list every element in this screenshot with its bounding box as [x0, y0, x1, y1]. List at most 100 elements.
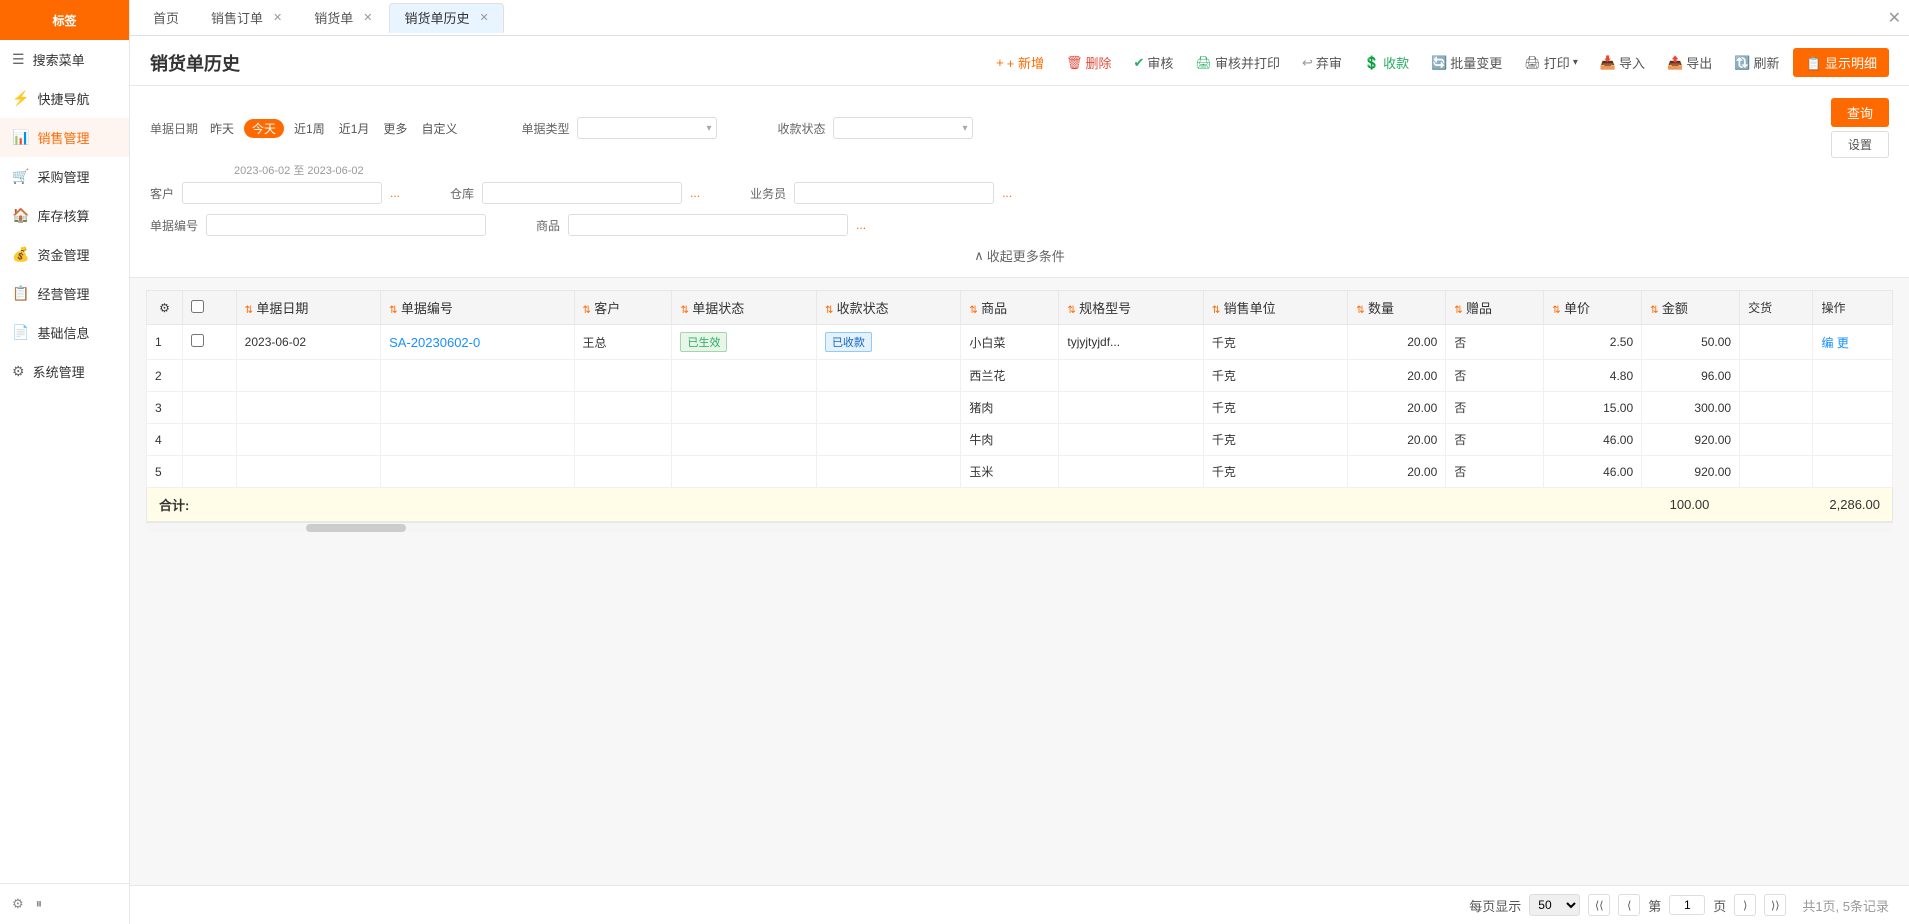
- sidebar-item-label: 资金管理: [37, 245, 89, 264]
- th-goods[interactable]: ⇅ 商品: [961, 291, 1059, 325]
- tab-sales-history-close[interactable]: ✕: [480, 11, 489, 24]
- import-button[interactable]: 📥 导入: [1592, 49, 1653, 76]
- batch-change-button[interactable]: 🔄 批量变更: [1423, 49, 1510, 76]
- th-spec-type[interactable]: ⇅ 规格型号: [1059, 291, 1203, 325]
- collapse-button[interactable]: ∧ 收起更多条件: [974, 246, 1065, 265]
- per-page-select[interactable]: 50 100: [1529, 894, 1580, 916]
- next-page-button[interactable]: ⟩: [1734, 894, 1756, 916]
- th-unit-price[interactable]: ⇅ 单价: [1544, 291, 1642, 325]
- row-checkbox[interactable]: [191, 334, 204, 347]
- cell-doc-status: [672, 392, 816, 424]
- print-button[interactable]: 🖨 打印 ▾: [1516, 49, 1586, 76]
- sidebar-item-search-menu[interactable]: ☰ 搜索菜单: [0, 40, 129, 79]
- edit-link[interactable]: 编: [1821, 336, 1833, 350]
- cell-doc-date: [236, 360, 380, 392]
- collect-status-select-wrapper: ▾: [833, 117, 973, 139]
- sidebar-item-label: 销售管理: [37, 128, 89, 147]
- tab-home[interactable]: 首页: [138, 3, 194, 33]
- cell-row-no: 1: [147, 325, 183, 360]
- sidebar-settings-icon[interactable]: ⚙: [12, 896, 24, 912]
- th-gift[interactable]: ⇅ 赠品: [1446, 291, 1544, 325]
- doc-type-select[interactable]: [577, 117, 717, 139]
- cell-spec-type: tyjyjtyjdf...: [1059, 325, 1203, 360]
- audit-print-button[interactable]: 🖨 审核并打印: [1187, 49, 1288, 76]
- audit-button[interactable]: ✔ 审核: [1126, 49, 1182, 76]
- page-number-input[interactable]: [1669, 895, 1705, 915]
- th-sales-unit[interactable]: ⇅ 销售单位: [1203, 291, 1347, 325]
- select-all-checkbox[interactable]: [191, 300, 204, 313]
- th-customer[interactable]: ⇅ 客户: [574, 291, 672, 325]
- customer-filter: 客户 ...: [150, 182, 400, 204]
- delete-button[interactable]: 🗑 删除: [1058, 49, 1120, 76]
- last-page-button[interactable]: ⟩⟩: [1764, 894, 1786, 916]
- toolbar: + + 新增 🗑 删除 ✔ 审核 🖨 审核并打印: [988, 48, 1889, 77]
- date-last7[interactable]: 近1周: [290, 119, 329, 138]
- tab-sales-goods-label: 销货单: [314, 8, 353, 27]
- cell-unit-price: 46.00: [1544, 424, 1642, 456]
- cell-customer: [574, 456, 672, 488]
- th-quantity[interactable]: ⇅ 数量: [1348, 291, 1446, 325]
- th-doc-date[interactable]: ⇅ 单据日期: [236, 291, 380, 325]
- th-doc-no[interactable]: ⇅ 单据编号: [381, 291, 574, 325]
- sort-icon: ⇅: [969, 305, 977, 316]
- prev-page-button[interactable]: ⟨: [1618, 894, 1640, 916]
- sidebar-item-sales-mgmt[interactable]: 📊 销售管理: [0, 118, 129, 157]
- query-button[interactable]: 查询: [1831, 98, 1889, 127]
- tab-sales-goods-close[interactable]: ✕: [363, 11, 372, 24]
- th-collect-status[interactable]: ⇅ 收款状态: [816, 291, 960, 325]
- th-doc-status[interactable]: ⇅ 单据状态: [672, 291, 816, 325]
- abandon-button[interactable]: ↩ 弃审: [1294, 49, 1350, 76]
- sidebar-pause-icon[interactable]: ⏸: [36, 896, 43, 912]
- tab-sales-goods[interactable]: 销货单 ✕: [299, 3, 387, 33]
- customer-ellipsis[interactable]: ...: [390, 186, 400, 200]
- sort-icon: ⇅: [1212, 305, 1220, 316]
- show-detail-button[interactable]: 📋 显示明细: [1793, 48, 1889, 77]
- export-button[interactable]: 📤 导出: [1659, 49, 1720, 76]
- customer-input[interactable]: [182, 182, 382, 204]
- tab-sales-history[interactable]: 销货单历史 ✕: [389, 3, 503, 33]
- first-page-button[interactable]: ⟨⟨: [1588, 894, 1610, 916]
- sidebar-item-system-mgmt[interactable]: ⚙ 系统管理: [0, 352, 129, 391]
- date-more[interactable]: 更多: [379, 119, 411, 138]
- salesperson-input[interactable]: [794, 182, 994, 204]
- salesperson-ellipsis[interactable]: ...: [1002, 186, 1012, 200]
- cell-spec-type: [1059, 392, 1203, 424]
- scrollbar-thumb[interactable]: [306, 524, 406, 532]
- collect-button[interactable]: 💲 收款: [1356, 49, 1417, 76]
- date-filter: 单据日期 昨天 今天 近1周 近1月 更多 自定义: [150, 119, 461, 138]
- cell-gift: 否: [1446, 424, 1544, 456]
- salesperson-label: 业务员: [750, 185, 786, 202]
- goods-input[interactable]: [568, 214, 848, 236]
- sidebar-item-operations-mgmt[interactable]: 📋 经营管理: [0, 274, 129, 313]
- cell-collect-status: [816, 456, 960, 488]
- sidebar-item-quick-nav[interactable]: ⚡ 快捷导航: [0, 79, 129, 118]
- horizontal-scrollbar[interactable]: [146, 522, 1893, 532]
- tab-sales-order[interactable]: 销售订单 ✕: [196, 3, 297, 33]
- sidebar-item-finance-mgmt[interactable]: 💰 资金管理: [0, 235, 129, 274]
- sidebar-item-purchase-mgmt[interactable]: 🛒 采购管理: [0, 157, 129, 196]
- new-button[interactable]: + + 新增: [988, 49, 1052, 76]
- tab-bar-close-all[interactable]: ✕: [1888, 8, 1901, 28]
- refresh-button[interactable]: 🔃 刷新: [1726, 49, 1787, 76]
- warehouse-input[interactable]: [482, 182, 682, 204]
- date-last-month[interactable]: 近1月: [335, 119, 374, 138]
- th-gear[interactable]: ⚙: [147, 291, 183, 325]
- cell-unit-price: 2.50: [1544, 325, 1642, 360]
- more-link[interactable]: 更: [1837, 336, 1849, 350]
- tab-sales-order-close[interactable]: ✕: [273, 11, 282, 24]
- collect-status-select[interactable]: [833, 117, 973, 139]
- cell-goods: 牛肉: [961, 424, 1059, 456]
- sidebar-item-basic-info[interactable]: 📄 基础信息: [0, 313, 129, 352]
- th-amount[interactable]: ⇅ 金额: [1642, 291, 1740, 325]
- date-yesterday[interactable]: 昨天: [206, 119, 238, 138]
- sidebar-item-inventory-calc[interactable]: 🏠 库存核算: [0, 196, 129, 235]
- date-today[interactable]: 今天: [244, 119, 284, 138]
- table-row: 5玉米千克20.00否46.00920.00: [147, 456, 1893, 488]
- filter-settings-button[interactable]: 设置: [1831, 131, 1889, 158]
- doc-no-input[interactable]: [206, 214, 486, 236]
- cell-amount: 300.00: [1642, 392, 1740, 424]
- warehouse-ellipsis[interactable]: ...: [690, 186, 700, 200]
- date-custom[interactable]: 自定义: [417, 119, 461, 138]
- goods-ellipsis[interactable]: ...: [856, 218, 866, 232]
- doc-no-link[interactable]: SA-20230602-0: [389, 335, 480, 350]
